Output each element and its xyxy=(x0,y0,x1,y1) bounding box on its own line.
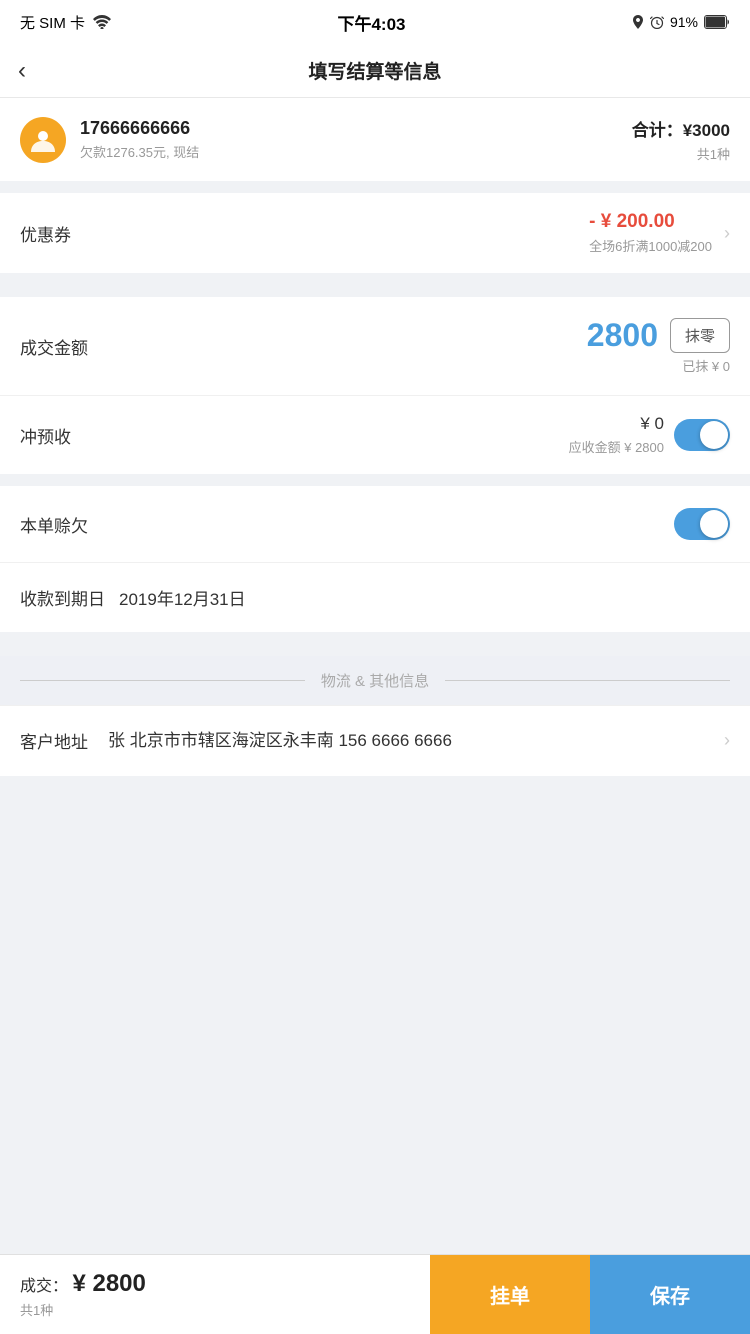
user-phone: 17666666666 xyxy=(80,118,632,139)
amount-sub: 已抹 ¥ 0 xyxy=(587,356,730,375)
status-left: 无 SIM 卡 xyxy=(20,12,111,33)
advance-label: 冲预收 xyxy=(20,423,71,448)
wifi-icon xyxy=(93,15,111,29)
amount-row: 成交金额 2800 抹零 已抹 ¥ 0 xyxy=(0,297,750,395)
amount-right: 2800 抹零 xyxy=(587,317,730,354)
coupon-value: - ¥ 200.00 xyxy=(589,211,712,233)
due-date-value: 2019年12月31日 xyxy=(119,585,246,610)
user-debt: 欠款1276.35元, 现结 xyxy=(80,142,632,161)
coupon-section: 优惠券 - ¥ 200.00 全场6折满1000减200 › xyxy=(0,193,750,273)
toggle-knob xyxy=(700,421,728,449)
battery-percent: 91% xyxy=(670,14,698,30)
nav-bar: ‹ 填写结算等信息 xyxy=(0,44,750,98)
separator-3 xyxy=(0,644,750,656)
coupon-right: - ¥ 200.00 全场6折满1000减200 › xyxy=(589,211,730,255)
separator-2 xyxy=(0,474,750,486)
bottom-count: 共1种 xyxy=(20,1300,410,1319)
status-right: 91% xyxy=(632,14,730,30)
total-amount: 合计：¥3000 xyxy=(632,116,730,141)
location-icon xyxy=(632,15,644,29)
address-value: 张 北京市市辖区海淀区永丰南 156 6666 6666 xyxy=(108,728,720,754)
hold-button[interactable]: 挂单 xyxy=(430,1255,590,1334)
coupon-label: 优惠券 xyxy=(20,221,71,246)
advance-row: 冲预收 ¥ 0 应收金额 ¥ 2800 xyxy=(0,395,750,474)
advance-info: ¥ 0 应收金额 ¥ 2800 xyxy=(569,414,664,456)
user-avatar-icon xyxy=(29,126,57,154)
avatar xyxy=(20,117,66,163)
divider-section: 物流 & 其他信息 xyxy=(0,656,750,705)
divider-text: 物流 & 其他信息 xyxy=(321,670,429,691)
divider-line-left xyxy=(20,680,305,681)
due-date-row: 收款到期日 2019年12月31日 xyxy=(0,562,750,632)
separator-1 xyxy=(0,285,750,297)
amount-section: 成交金额 2800 抹零 已抹 ¥ 0 冲预收 ¥ 0 应收金额 ¥ 2800 xyxy=(0,297,750,474)
chevron-right-icon: › xyxy=(724,223,730,244)
debit-toggle-knob xyxy=(700,510,728,538)
battery-icon xyxy=(704,15,730,29)
advance-sub: 应收金额 ¥ 2800 xyxy=(569,437,664,456)
coupon-desc: 全场6折满1000减200 xyxy=(589,236,712,255)
advance-amount: ¥ 0 xyxy=(569,414,664,434)
address-section: 客户地址 张 北京市市辖区海淀区永丰南 156 6666 6666 › xyxy=(0,705,750,776)
coupon-row[interactable]: 优惠券 - ¥ 200.00 全场6折满1000减200 › xyxy=(0,193,750,273)
alarm-icon xyxy=(650,15,664,29)
total-count: 共1种 xyxy=(632,144,730,163)
advance-toggle[interactable] xyxy=(674,419,730,451)
debit-toggle[interactable] xyxy=(674,508,730,540)
bottom-bar: 成交： ¥ 2800 共1种 挂单 保存 xyxy=(0,1254,750,1334)
debit-row: 本单赊欠 xyxy=(0,486,750,562)
debit-section: 本单赊欠 收款到期日 2019年12月31日 xyxy=(0,486,750,632)
bottom-label: 成交： xyxy=(20,1278,68,1295)
user-info: 17666666666 欠款1276.35元, 现结 xyxy=(80,118,632,161)
user-total: 合计：¥3000 共1种 xyxy=(632,116,730,163)
back-button[interactable]: ‹ xyxy=(18,57,26,85)
status-time: 下午4:03 xyxy=(337,10,405,35)
bottom-amount: ¥ 2800 xyxy=(72,1270,145,1297)
address-chevron-icon: › xyxy=(724,730,730,751)
bottom-summary: 成交： ¥ 2800 共1种 xyxy=(0,1270,430,1319)
page-title: 填写结算等信息 xyxy=(308,57,441,84)
amount-label: 成交金额 xyxy=(20,334,88,359)
due-date-label: 收款到期日 xyxy=(20,585,105,610)
user-section: 17666666666 欠款1276.35元, 现结 合计：¥3000 共1种 xyxy=(0,98,750,181)
user-row: 17666666666 欠款1276.35元, 现结 合计：¥3000 共1种 xyxy=(0,98,750,181)
save-button[interactable]: 保存 xyxy=(590,1255,750,1334)
empty-space xyxy=(0,788,750,968)
advance-right: ¥ 0 应收金额 ¥ 2800 xyxy=(569,414,730,456)
status-bar: 无 SIM 卡 下午4:03 91% xyxy=(0,0,750,44)
address-label: 客户地址 xyxy=(20,728,88,753)
sim-status: 无 SIM 卡 xyxy=(20,12,85,33)
round-button[interactable]: 抹零 xyxy=(670,318,730,353)
debit-label: 本单赊欠 xyxy=(20,512,88,537)
address-row[interactable]: 客户地址 张 北京市市辖区海淀区永丰南 156 6666 6666 › xyxy=(0,705,750,776)
amount-number: 2800 xyxy=(587,317,658,354)
divider-line-right xyxy=(445,680,730,681)
